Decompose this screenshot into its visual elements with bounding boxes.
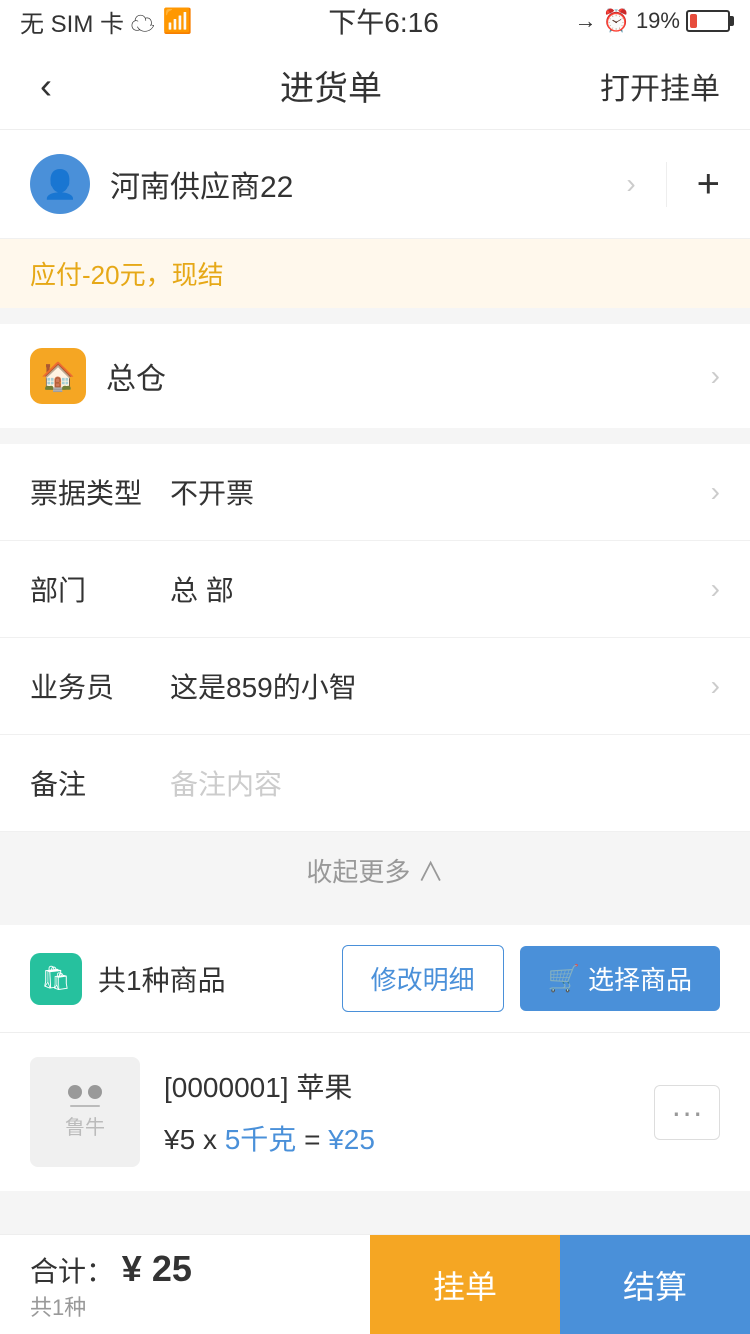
add-supplier-button[interactable]: + bbox=[666, 162, 720, 207]
footer: 合计： ¥ 25 共1种 挂单 结算 bbox=[0, 1234, 750, 1334]
total-label: 合计： bbox=[30, 1256, 114, 1287]
warehouse-chevron-icon: › bbox=[711, 360, 720, 392]
supplier-section: 👤 河南供应商22 › + 应付-20元，现结 bbox=[0, 130, 750, 308]
department-label: 部门 bbox=[30, 569, 170, 609]
owl-logo: 鲁牛 bbox=[65, 1085, 105, 1140]
salesman-value: 这是859的小智 bbox=[170, 666, 711, 706]
select-product-button[interactable]: 🛒 选择商品 bbox=[520, 946, 720, 1011]
supplier-notice: 应付-20元，现结 bbox=[0, 239, 750, 308]
salesman-label: 业务员 bbox=[30, 666, 170, 706]
open-pending-button[interactable]: 打开挂单 bbox=[600, 64, 720, 108]
page-title: 进货单 bbox=[280, 61, 382, 110]
status-left: 无 SIM 卡 ☁ 📶 bbox=[20, 4, 193, 39]
salesman-row[interactable]: 业务员 这是859的小智 › bbox=[0, 638, 750, 735]
remark-row[interactable]: 备注 备注内容 bbox=[0, 735, 750, 832]
footer-total: 合计： ¥ 25 共1种 bbox=[0, 1248, 370, 1322]
footer-total-row: 合计： ¥ 25 bbox=[30, 1248, 340, 1290]
status-bar: 无 SIM 卡 ☁ 📶 下午6:16 → ⏰ 19% bbox=[0, 0, 750, 42]
battery-icon bbox=[686, 10, 730, 32]
product-more-button[interactable]: ··· bbox=[654, 1085, 720, 1140]
form-section: 票据类型 不开票 › 部门 总 部 › 业务员 这是859的小智 › 备注 备注… bbox=[0, 444, 750, 832]
products-header: 🛍 共1种商品 修改明细 🛒 选择商品 bbox=[0, 925, 750, 1033]
warehouse-section[interactable]: 🏠 总仓 › bbox=[0, 324, 750, 428]
invoice-row[interactable]: 票据类型 不开票 › bbox=[0, 444, 750, 541]
supplier-row[interactable]: 👤 河南供应商22 › + bbox=[0, 130, 750, 239]
sim-status: 无 SIM 卡 ☁ bbox=[20, 4, 155, 39]
invoice-chevron-icon: › bbox=[711, 476, 720, 508]
status-time: 下午6:16 bbox=[328, 1, 439, 41]
department-chevron-icon: › bbox=[711, 573, 720, 605]
bag-icon: 🛍 bbox=[41, 964, 71, 993]
edit-detail-button[interactable]: 修改明细 bbox=[342, 945, 504, 1012]
main-content: 👤 河南供应商22 › + 应付-20元，现结 🏠 总仓 › 票据类型 不开票 … bbox=[0, 130, 750, 1307]
battery-percent: 19% bbox=[636, 8, 680, 34]
product-info: [0000001] 苹果 ¥5 x 5千克 = ¥25 bbox=[164, 1066, 654, 1158]
location-icon: → bbox=[575, 8, 597, 34]
department-row[interactable]: 部门 总 部 › bbox=[0, 541, 750, 638]
cart-icon: 🛒 bbox=[548, 963, 580, 994]
department-value: 总 部 bbox=[170, 569, 711, 609]
warehouse-icon: 🏠 bbox=[30, 348, 86, 404]
products-count: 共1种商品 bbox=[98, 959, 342, 999]
total-count: 共1种 bbox=[30, 1290, 340, 1322]
salesman-chevron-icon: › bbox=[711, 670, 720, 702]
back-button[interactable]: ‹ bbox=[30, 55, 62, 117]
collapse-button[interactable]: 收起更多 ∧ bbox=[0, 832, 750, 909]
alarm-icon: ⏰ bbox=[603, 8, 630, 34]
warehouse-name: 总仓 bbox=[106, 354, 711, 398]
remark-input[interactable]: 备注内容 bbox=[170, 763, 720, 803]
invoice-value: 不开票 bbox=[170, 472, 711, 512]
checkout-button[interactable]: 结算 bbox=[560, 1235, 750, 1334]
nav-bar: ‹ 进货单 打开挂单 bbox=[0, 42, 750, 130]
total-amount: ¥ 25 bbox=[122, 1248, 192, 1289]
supplier-chevron-icon: › bbox=[626, 168, 635, 200]
products-icon: 🛍 bbox=[30, 953, 82, 1005]
suspend-button[interactable]: 挂单 bbox=[370, 1235, 560, 1334]
wifi-icon: 📶 bbox=[163, 7, 193, 36]
product-thumbnail: 鲁牛 bbox=[30, 1057, 140, 1167]
invoice-label: 票据类型 bbox=[30, 472, 170, 512]
products-section: 🛍 共1种商品 修改明细 🛒 选择商品 鲁牛 bbox=[0, 925, 750, 1191]
remark-label: 备注 bbox=[30, 763, 170, 803]
supplier-avatar: 👤 bbox=[30, 154, 90, 214]
status-right: → ⏰ 19% bbox=[575, 8, 730, 34]
product-item: 鲁牛 [0000001] 苹果 ¥5 x 5千克 = ¥25 ··· bbox=[0, 1033, 750, 1191]
product-name: [0000001] 苹果 bbox=[164, 1066, 654, 1106]
product-price: ¥5 x 5千克 = ¥25 bbox=[164, 1118, 654, 1158]
supplier-name: 河南供应商22 bbox=[110, 162, 626, 206]
avatar-icon: 👤 bbox=[43, 168, 78, 201]
